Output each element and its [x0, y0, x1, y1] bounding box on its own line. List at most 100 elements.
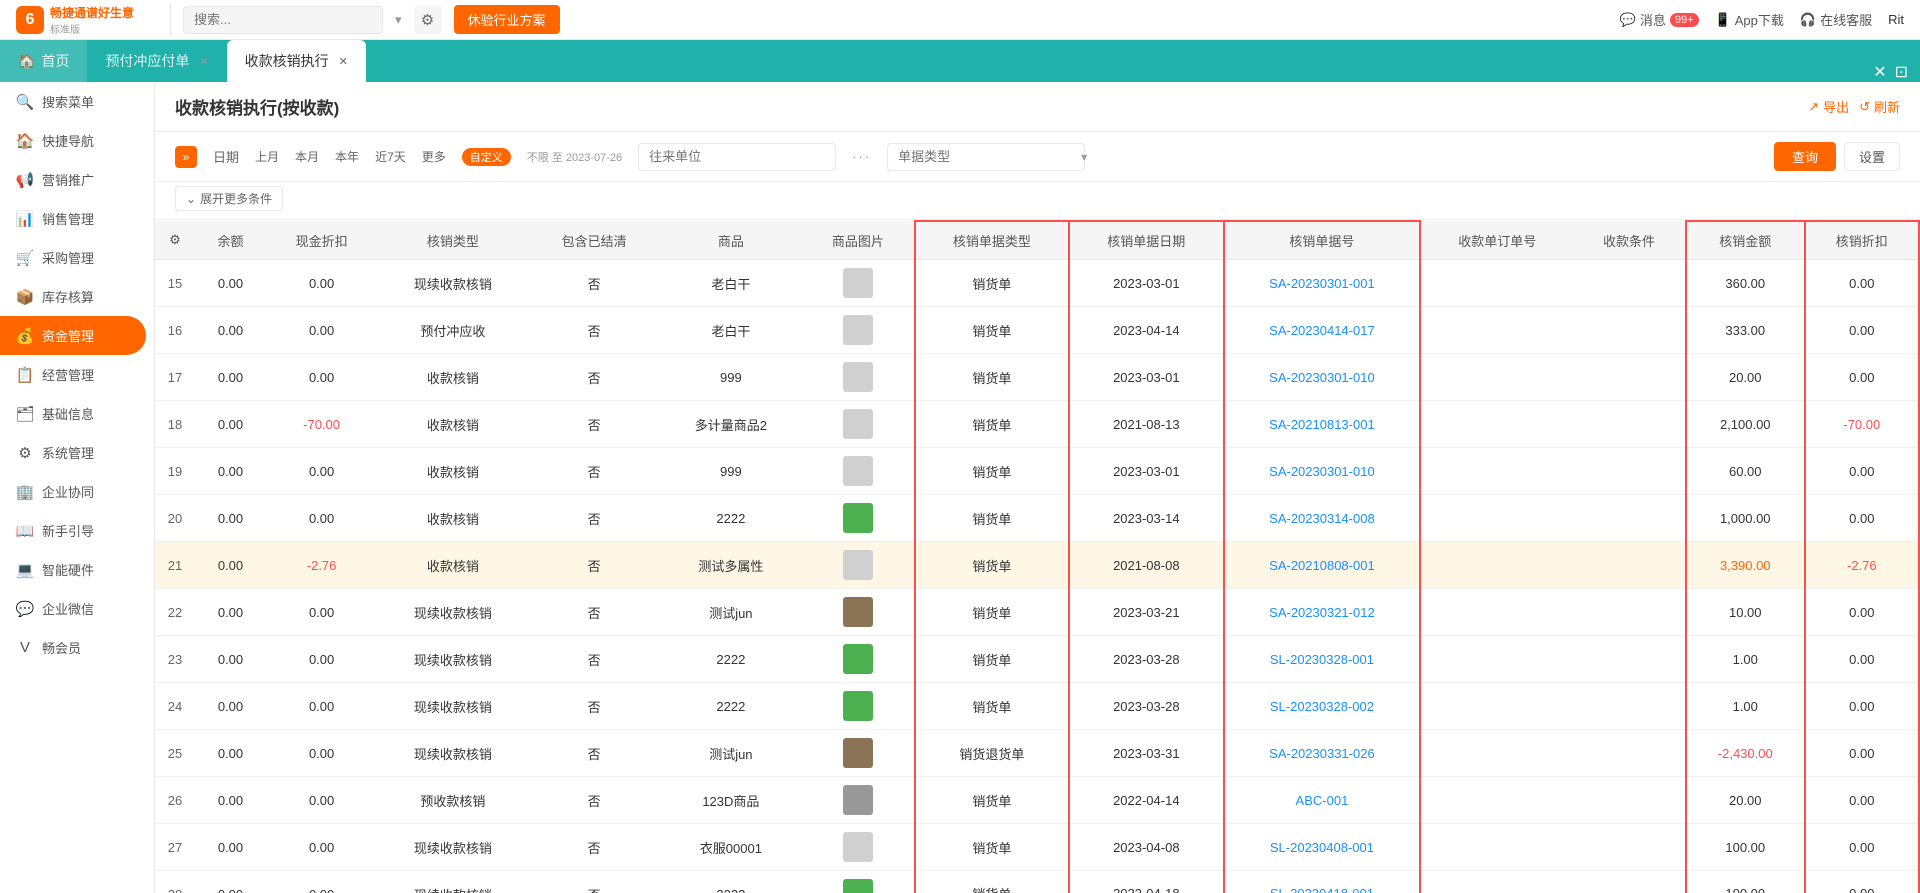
sidebar-item-newbie[interactable]: 📖 新手引导 — [0, 511, 154, 550]
message-button[interactable]: 💬 消息 99+ — [1620, 10, 1699, 29]
verify-no-link[interactable]: SA-20230314-008 — [1269, 511, 1375, 526]
refresh-icon: ↺ — [1859, 99, 1870, 115]
col-header-gear[interactable]: ⚙ — [155, 221, 195, 260]
verify-no-link[interactable]: SA-20230331-026 — [1269, 746, 1375, 761]
tab-home[interactable]: 🏠 首页 — [0, 40, 87, 82]
tab-prepay[interactable]: 预付冲应付单 ✕ — [87, 40, 226, 82]
cell-product: 999 — [660, 354, 802, 401]
cell-verify-no[interactable]: SA-20230414-017 — [1224, 307, 1421, 354]
sidebar-item-system[interactable]: ⚙ 系统管理 — [0, 433, 154, 472]
verify-no-link[interactable]: SA-20230301-001 — [1269, 276, 1375, 291]
cell-receipt-order-no — [1420, 871, 1573, 893]
expand-more-button[interactable]: ⌄ 展开更多条件 — [175, 186, 283, 211]
cell-verify-no[interactable]: SA-20210813-001 — [1224, 401, 1421, 448]
table-wrapper[interactable]: ⚙ 余额 现金折扣 核销类型 包含已结清 商品 商品图片 核销单据类型 核销单据… — [155, 220, 1920, 893]
refresh-button[interactable]: ↺ 刷新 — [1859, 97, 1900, 116]
verify-no-link[interactable]: SA-20230301-010 — [1269, 370, 1375, 385]
sidebar-item-hardware[interactable]: 💻 智能硬件 — [0, 550, 154, 589]
app-download-button[interactable]: 📱 App下载 — [1715, 10, 1784, 29]
maximize-window-icon[interactable]: ⊡ — [1895, 62, 1908, 82]
industry-button[interactable]: 休验行业方案 — [454, 5, 560, 34]
sidebar-item-marketing[interactable]: 📢 营销推广 — [0, 160, 154, 199]
cell-verify-no[interactable]: ABC-001 — [1224, 777, 1421, 824]
cell-balance: 0.00 — [195, 683, 266, 730]
operations-icon: 📋 — [16, 366, 34, 384]
tab-close-receipt-icon[interactable]: ✕ — [339, 55, 348, 68]
sidebar-item-shortcut[interactable]: 🏠 快捷导航 — [0, 121, 154, 160]
sidebar-item-member[interactable]: V 畅会员 — [0, 628, 154, 667]
cell-receipt-order-no — [1420, 777, 1573, 824]
cell-verify-voucher-type: 销货单 — [915, 448, 1069, 495]
cell-include-settled: 否 — [528, 730, 659, 777]
filter-setting-button[interactable]: 设置 — [1844, 142, 1900, 171]
counterparty-input[interactable] — [638, 143, 836, 171]
tab-receipt[interactable]: 收款核销执行 ✕ — [227, 40, 366, 82]
verify-no-link[interactable]: SL-20230328-002 — [1270, 699, 1374, 714]
last-month-link[interactable]: 上月 — [255, 148, 279, 165]
cell-verify-no[interactable]: SL-20230408-001 — [1224, 824, 1421, 871]
sidebar-item-enterprise[interactable]: 🏢 企业协同 — [0, 472, 154, 511]
verify-no-link[interactable]: SA-20210813-001 — [1269, 417, 1375, 432]
col-header-balance: 余额 — [195, 221, 266, 260]
cell-verify-no[interactable]: SA-20210808-001 — [1224, 542, 1421, 589]
sidebar-item-basic[interactable]: 🗂 基础信息 — [0, 394, 154, 433]
sidebar-item-sales[interactable]: 📊 销售管理 — [0, 199, 154, 238]
cell-verify-no[interactable]: SA-20230301-010 — [1224, 354, 1421, 401]
cell-verify-no[interactable]: SA-20230301-001 — [1224, 260, 1421, 307]
dropdown-arrow-icon[interactable]: ▾ — [395, 12, 402, 28]
sidebar-item-search[interactable]: 🔍 搜索菜单 — [0, 82, 154, 121]
cell-verify-no[interactable]: SL-20230418-001 — [1224, 871, 1421, 893]
table-row: 21 0.00 -2.76 收款核销 否 测试多属性 销货单 2021-08-0… — [155, 542, 1919, 589]
this-year-link[interactable]: 本年 — [335, 148, 359, 165]
cell-verify-no[interactable]: SA-20230301-010 — [1224, 448, 1421, 495]
custom-date-badge[interactable]: 自定义 — [462, 148, 511, 166]
sidebar-item-operations[interactable]: 📋 经营管理 — [0, 355, 154, 394]
cell-product: 测试多属性 — [660, 542, 802, 589]
verify-no-link[interactable]: SL-20230408-001 — [1270, 840, 1374, 855]
cell-verify-no[interactable]: SA-20230331-026 — [1224, 730, 1421, 777]
cell-verify-type: 收款核销 — [377, 495, 528, 542]
cell-verify-no[interactable]: SL-20230328-002 — [1224, 683, 1421, 730]
this-month-link[interactable]: 本月 — [295, 148, 319, 165]
cell-verify-discount: 0.00 — [1805, 448, 1919, 495]
verify-no-link[interactable]: SL-20230328-001 — [1270, 652, 1374, 667]
close-window-icon[interactable]: ✕ — [1873, 62, 1886, 82]
collapse-filter-button[interactable]: » — [175, 146, 197, 168]
sidebar-item-capital[interactable]: 💰 资金管理 — [0, 316, 146, 355]
online-service-button[interactable]: 🎧 在线客服 — [1800, 10, 1872, 29]
verify-no-link[interactable]: SA-20230414-017 — [1269, 323, 1375, 338]
cell-receipt-order-no — [1420, 589, 1573, 636]
cell-product: 测试jun — [660, 730, 802, 777]
verify-no-link[interactable]: SA-20210808-001 — [1269, 558, 1375, 573]
page-actions: ↗ 导出 ↺ 刷新 — [1808, 97, 1900, 128]
verify-no-link[interactable]: SA-20230301-010 — [1269, 464, 1375, 479]
cell-balance: 0.00 — [195, 495, 266, 542]
tab-close-prepay-icon[interactable]: ✕ — [199, 55, 208, 68]
cell-receipt-order-no — [1420, 730, 1573, 777]
cell-include-settled: 否 — [528, 260, 659, 307]
cell-verify-no[interactable]: SA-20230321-012 — [1224, 589, 1421, 636]
cell-include-settled: 否 — [528, 683, 659, 730]
verify-no-link[interactable]: SL-20230418-001 — [1270, 886, 1374, 893]
cell-verify-no[interactable]: SL-20230328-001 — [1224, 636, 1421, 683]
cell-verify-date: 2021-08-13 — [1069, 401, 1223, 448]
cell-product-image — [802, 636, 915, 683]
cell-verify-type: 收款核销 — [377, 354, 528, 401]
cell-verify-no[interactable]: SA-20230314-008 — [1224, 495, 1421, 542]
sidebar-item-inventory[interactable]: 📦 库存核算 — [0, 277, 154, 316]
more-date-link[interactable]: 更多 — [422, 148, 446, 165]
sidebar-item-wechat[interactable]: 💬 企业微信 — [0, 589, 154, 628]
user-name[interactable]: Rit — [1888, 12, 1904, 27]
filter-bar: » 日期 上月 本月 本年 近7天 更多 自定义 不限 至 2023-07-26… — [155, 132, 1920, 182]
export-button[interactable]: ↗ 导出 — [1808, 97, 1849, 116]
search-input[interactable] — [183, 6, 383, 34]
verify-no-link[interactable]: SA-20230321-012 — [1269, 605, 1375, 620]
voucher-type-select[interactable] — [887, 143, 1085, 171]
sidebar-item-purchase[interactable]: 🛒 采购管理 — [0, 238, 154, 277]
settings-icon[interactable]: ⚙ — [414, 6, 442, 34]
cell-product: 多计量商品2 — [660, 401, 802, 448]
last-7-days-link[interactable]: 近7天 — [375, 148, 406, 165]
cell-receipt-condition — [1573, 730, 1686, 777]
query-button[interactable]: 查询 — [1774, 142, 1836, 171]
verify-no-link[interactable]: ABC-001 — [1296, 793, 1349, 808]
